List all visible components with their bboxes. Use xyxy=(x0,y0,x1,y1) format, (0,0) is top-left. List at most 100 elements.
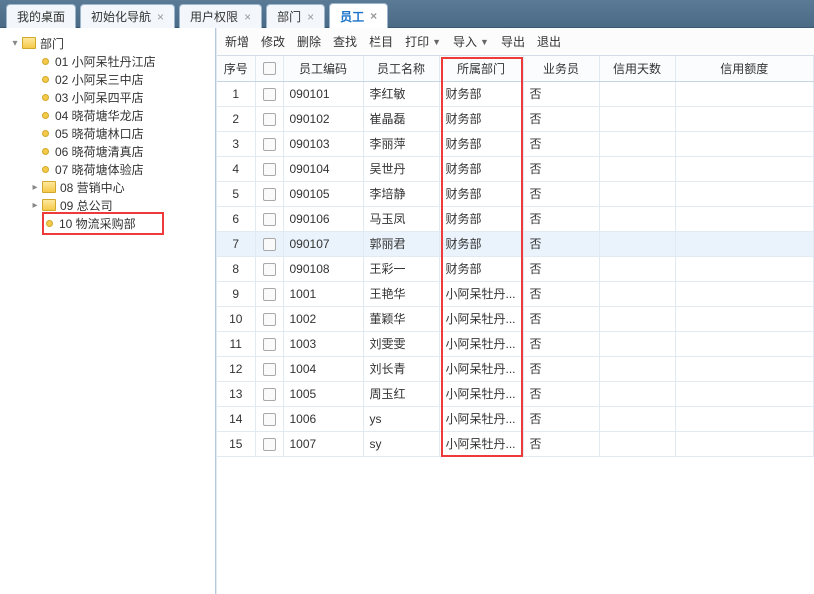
cell-credit-limit[interactable] xyxy=(675,181,814,206)
cell-chk[interactable] xyxy=(255,131,283,156)
cell-chk[interactable] xyxy=(255,181,283,206)
cell-credit-limit[interactable] xyxy=(675,256,814,281)
cell-seq[interactable]: 15 xyxy=(217,431,255,456)
tree-node[interactable]: 06 晓荷塘清真店 xyxy=(38,142,215,160)
cell-dept[interactable]: 财务部 xyxy=(439,181,523,206)
row-checkbox[interactable] xyxy=(263,288,276,301)
cell-credit-limit[interactable] xyxy=(675,406,814,431)
table-row[interactable]: 1090101李红敏财务部否 xyxy=(217,81,814,106)
table-row[interactable]: 5090105李培静财务部否 xyxy=(217,181,814,206)
table-row[interactable]: 151007sy小阿呆牡丹...否 xyxy=(217,431,814,456)
cell-credit-limit[interactable] xyxy=(675,131,814,156)
cell-sales[interactable]: 否 xyxy=(523,206,599,231)
cell-sales[interactable]: 否 xyxy=(523,281,599,306)
tree-node[interactable]: 07 晓荷塘体验店 xyxy=(38,160,215,178)
col-credit-limit[interactable]: 信用额度 xyxy=(675,56,814,81)
cell-dept[interactable]: 小阿呆牡丹... xyxy=(439,331,523,356)
cell-sales[interactable]: 否 xyxy=(523,106,599,131)
table-row[interactable]: 8090108王彩一财务部否 xyxy=(217,256,814,281)
cell-dept[interactable]: 小阿呆牡丹... xyxy=(439,356,523,381)
cell-credit-limit[interactable] xyxy=(675,156,814,181)
row-checkbox[interactable] xyxy=(263,388,276,401)
cell-dept[interactable]: 小阿呆牡丹... xyxy=(439,306,523,331)
cell-dept[interactable]: 财务部 xyxy=(439,206,523,231)
cell-credit-days[interactable] xyxy=(599,331,675,356)
cell-code[interactable]: 090105 xyxy=(283,181,363,206)
toolbar-print[interactable]: 打印▼ xyxy=(405,33,441,50)
cell-credit-limit[interactable] xyxy=(675,281,814,306)
close-icon[interactable]: × xyxy=(370,9,377,23)
toolbar-edit[interactable]: 修改 xyxy=(261,33,285,50)
cell-seq[interactable]: 6 xyxy=(217,206,255,231)
col-sales[interactable]: 业务员 xyxy=(523,56,599,81)
cell-dept[interactable]: 财务部 xyxy=(439,131,523,156)
cell-name[interactable]: 王艳华 xyxy=(363,281,439,306)
tab[interactable]: 我的桌面 xyxy=(6,4,76,28)
cell-credit-limit[interactable] xyxy=(675,356,814,381)
cell-credit-days[interactable] xyxy=(599,131,675,156)
cell-dept[interactable]: 财务部 xyxy=(439,156,523,181)
cell-credit-days[interactable] xyxy=(599,206,675,231)
cell-sales[interactable]: 否 xyxy=(523,131,599,156)
cell-chk[interactable] xyxy=(255,406,283,431)
row-checkbox[interactable] xyxy=(263,188,276,201)
cell-code[interactable]: 1004 xyxy=(283,356,363,381)
cell-seq[interactable]: 5 xyxy=(217,181,255,206)
expand-icon[interactable]: ▸ xyxy=(30,182,40,193)
cell-credit-limit[interactable] xyxy=(675,306,814,331)
cell-seq[interactable]: 11 xyxy=(217,331,255,356)
tab[interactable]: 部门× xyxy=(266,4,325,28)
tab[interactable]: 初始化导航× xyxy=(80,4,175,28)
cell-sales[interactable]: 否 xyxy=(523,331,599,356)
cell-seq[interactable]: 9 xyxy=(217,281,255,306)
cell-code[interactable]: 090107 xyxy=(283,231,363,256)
cell-name[interactable]: ys xyxy=(363,406,439,431)
table-row[interactable]: 3090103李丽萍财务部否 xyxy=(217,131,814,156)
cell-sales[interactable]: 否 xyxy=(523,406,599,431)
cell-chk[interactable] xyxy=(255,256,283,281)
tree-root-node[interactable]: ▾ 部门 xyxy=(18,34,215,52)
cell-name[interactable]: 崔晶磊 xyxy=(363,106,439,131)
cell-chk[interactable] xyxy=(255,281,283,306)
table-row[interactable]: 101002董颖华小阿呆牡丹...否 xyxy=(217,306,814,331)
cell-chk[interactable] xyxy=(255,381,283,406)
close-icon[interactable]: × xyxy=(157,10,164,24)
cell-name[interactable]: 王彩一 xyxy=(363,256,439,281)
cell-credit-limit[interactable] xyxy=(675,106,814,131)
col-name[interactable]: 员工名称 xyxy=(363,56,439,81)
cell-chk[interactable] xyxy=(255,231,283,256)
cell-seq[interactable]: 10 xyxy=(217,306,255,331)
cell-code[interactable]: 1002 xyxy=(283,306,363,331)
cell-chk[interactable] xyxy=(255,106,283,131)
cell-credit-days[interactable] xyxy=(599,156,675,181)
cell-dept[interactable]: 财务部 xyxy=(439,81,523,106)
cell-credit-limit[interactable] xyxy=(675,331,814,356)
cell-dept[interactable]: 财务部 xyxy=(439,106,523,131)
table-row[interactable]: 6090106马玉凤财务部否 xyxy=(217,206,814,231)
cell-credit-days[interactable] xyxy=(599,256,675,281)
cell-code[interactable]: 1006 xyxy=(283,406,363,431)
cell-dept[interactable]: 小阿呆牡丹... xyxy=(439,431,523,456)
tree-node[interactable]: 02 小阿呆三中店 xyxy=(38,70,215,88)
cell-dept[interactable]: 小阿呆牡丹... xyxy=(439,281,523,306)
cell-chk[interactable] xyxy=(255,356,283,381)
cell-credit-days[interactable] xyxy=(599,281,675,306)
data-grid[interactable]: 序号 员工编码 员工名称 所属部门 业务员 信用天数 信用额度 1090101李… xyxy=(217,56,814,594)
cell-credit-limit[interactable] xyxy=(675,81,814,106)
cell-name[interactable]: 李红敏 xyxy=(363,81,439,106)
expand-icon[interactable]: ▸ xyxy=(30,200,40,211)
col-chk[interactable] xyxy=(255,56,283,81)
toolbar-export[interactable]: 导出 xyxy=(501,33,525,50)
cell-name[interactable]: 董颖华 xyxy=(363,306,439,331)
cell-seq[interactable]: 4 xyxy=(217,156,255,181)
cell-sales[interactable]: 否 xyxy=(523,256,599,281)
cell-seq[interactable]: 2 xyxy=(217,106,255,131)
cell-sales[interactable]: 否 xyxy=(523,81,599,106)
tree-node[interactable]: ▸08 营销中心 xyxy=(38,178,215,196)
toolbar-import[interactable]: 导入▼ xyxy=(453,33,489,50)
row-checkbox[interactable] xyxy=(263,438,276,451)
cell-credit-days[interactable] xyxy=(599,106,675,131)
cell-code[interactable]: 090103 xyxy=(283,131,363,156)
table-row[interactable]: 111003刘雯雯小阿呆牡丹...否 xyxy=(217,331,814,356)
cell-credit-days[interactable] xyxy=(599,356,675,381)
